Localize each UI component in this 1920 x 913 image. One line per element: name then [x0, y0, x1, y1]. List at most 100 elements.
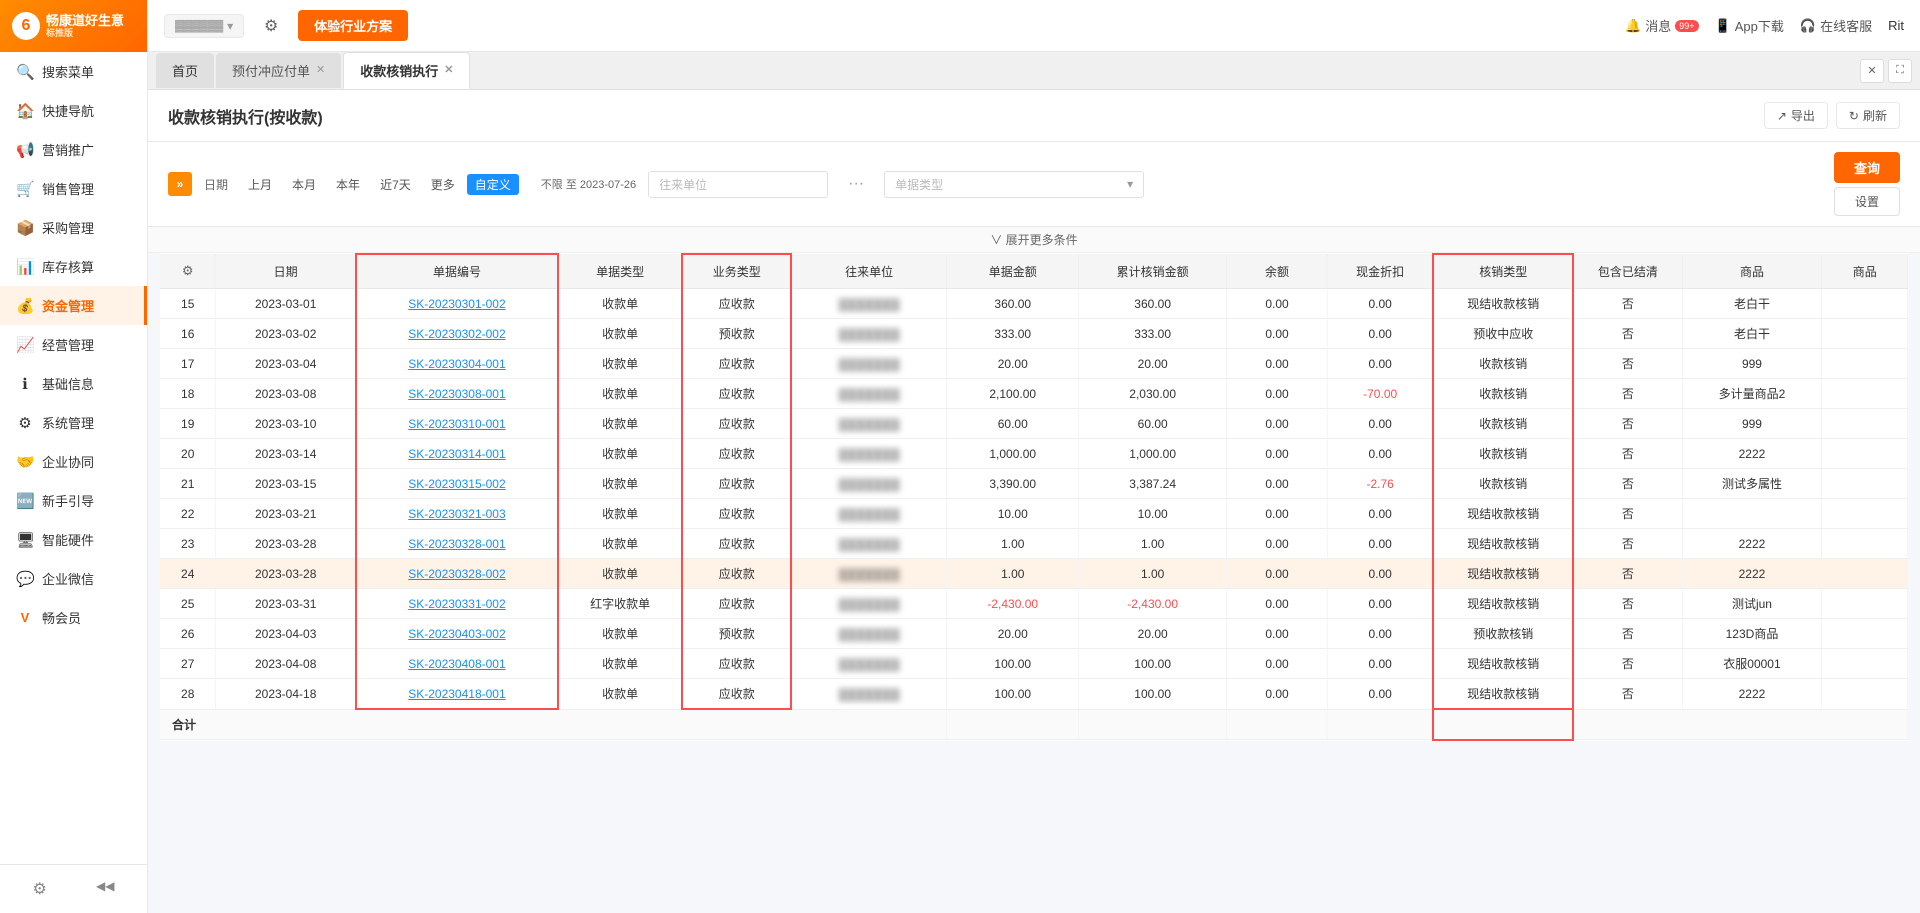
query-button[interactable]: 查询 — [1834, 152, 1900, 183]
refresh-button[interactable]: ↻ 刷新 — [1836, 102, 1900, 129]
sidebar-item-operations[interactable]: 📈 经营管理 — [0, 325, 147, 364]
col-partner[interactable]: 往来单位 — [791, 254, 946, 289]
cell-cumamt: 100.00 — [1079, 679, 1227, 710]
col-amount[interactable]: 单据金额 — [947, 254, 1079, 289]
tab-collection-label: 收款核销执行 — [360, 61, 438, 80]
date-btn-cur-year[interactable]: 本年 — [328, 174, 368, 195]
date-btn-more[interactable]: 更多 — [423, 174, 463, 195]
sidebar-item-purchase[interactable]: 📦 采购管理 — [0, 208, 147, 247]
doc-type-filter[interactable]: 单据类型 ▾ — [884, 171, 1144, 198]
cell-code[interactable]: SK-20230328-002 — [356, 559, 558, 589]
table-row[interactable]: 21 2023-03-15 SK-20230315-002 收款单 应收款 ▓▓… — [160, 469, 1908, 499]
col-code[interactable]: 单据编号 — [356, 254, 558, 289]
cell-code[interactable]: SK-20230315-002 — [356, 469, 558, 499]
sidebar-item-finance[interactable]: 💰 资金管理 — [0, 286, 147, 325]
col-goods[interactable]: 商品 — [1682, 254, 1822, 289]
solution-button[interactable]: 体验行业方案 — [298, 10, 408, 41]
sidebar-item-member[interactable]: V 畅会员 — [0, 598, 147, 637]
cell-code[interactable]: SK-20230301-002 — [356, 289, 558, 319]
sidebar-item-inventory[interactable]: 📊 库存核算 — [0, 247, 147, 286]
cell-code[interactable]: SK-20230403-002 — [356, 619, 558, 649]
cell-code[interactable]: SK-20230418-001 — [356, 679, 558, 710]
table-row[interactable]: 25 2023-03-31 SK-20230331-002 红字收款单 应收款 … — [160, 589, 1908, 619]
sidebar-item-marketing[interactable]: 📢 营销推广 — [0, 130, 147, 169]
col-date[interactable]: 日期 — [216, 254, 356, 289]
sidebar-item-system[interactable]: ⚙ 系统管理 — [0, 403, 147, 442]
cell-code[interactable]: SK-20230308-001 — [356, 379, 558, 409]
date-btn-7days[interactable]: 近7天 — [372, 174, 419, 195]
sidebar-item-wechat[interactable]: 💬 企业微信 — [0, 559, 147, 598]
cell-code[interactable]: SK-20230302-002 — [356, 319, 558, 349]
tab-close-btn[interactable]: ✕ — [1860, 59, 1884, 83]
export-button[interactable]: ↗ 导出 — [1764, 102, 1828, 129]
col-cumamt[interactable]: 累计核销金额 — [1079, 254, 1227, 289]
table-row[interactable]: 28 2023-04-18 SK-20230418-001 收款单 应收款 ▓▓… — [160, 679, 1908, 710]
col-discount[interactable]: 现金折扣 — [1328, 254, 1434, 289]
table-row[interactable]: 20 2023-03-14 SK-20230314-001 收款单 应收款 ▓▓… — [160, 439, 1908, 469]
sidebar-item-guide[interactable]: 🆕 新手引导 — [0, 481, 147, 520]
sidebar-item-hardware[interactable]: 🖥 智能硬件 — [0, 520, 147, 559]
table-row[interactable]: 24 2023-03-28 SK-20230328-002 收款单 应收款 ▓▓… — [160, 559, 1908, 589]
cell-code[interactable]: SK-20230314-001 — [356, 439, 558, 469]
cell-num: 23 — [160, 529, 216, 559]
sidebar-item-search[interactable]: 🔍 搜索菜单 — [0, 52, 147, 91]
tab-collection[interactable]: 收款核销执行 ✕ — [343, 52, 470, 89]
partner-filter[interactable]: 往来单位 — [648, 171, 828, 198]
tab-home[interactable]: 首页 — [156, 53, 214, 88]
tab-expand-btn[interactable]: ⛶ — [1888, 59, 1912, 83]
cell-partner: ▓▓▓▓▓▓▓ — [791, 319, 946, 349]
more-filter-dots[interactable]: ··· — [840, 175, 872, 193]
sidebar-item-basic[interactable]: ℹ 基础信息 — [0, 364, 147, 403]
bottom-settings-btn[interactable]: ⚙ — [33, 879, 47, 899]
cell-code[interactable]: SK-20230328-001 — [356, 529, 558, 559]
col-biztype[interactable]: 业务类型 — [682, 254, 791, 289]
online-service-link[interactable]: 🎧 在线客服 — [1800, 16, 1872, 35]
cell-partner: ▓▓▓▓▓▓▓ — [791, 469, 946, 499]
cell-code[interactable]: SK-20230310-001 — [356, 409, 558, 439]
col-goods2[interactable]: 商品 — [1822, 254, 1908, 289]
table-row[interactable]: 16 2023-03-02 SK-20230302-002 收款单 预收款 ▓▓… — [160, 319, 1908, 349]
date-btn-cur-month[interactable]: 本月 — [284, 174, 324, 195]
user-name[interactable]: Rit — [1888, 18, 1904, 33]
table-row[interactable]: 22 2023-03-21 SK-20230321-003 收款单 应收款 ▓▓… — [160, 499, 1908, 529]
table-row[interactable]: 15 2023-03-01 SK-20230301-002 收款单 应收款 ▓▓… — [160, 289, 1908, 319]
app-download-link[interactable]: 📱 App下载 — [1715, 16, 1784, 35]
col-doctype[interactable]: 单据类型 — [558, 254, 682, 289]
cell-code[interactable]: SK-20230304-001 — [356, 349, 558, 379]
branch-selector[interactable]: ▓▓▓▓▓▓ ▾ — [164, 14, 244, 38]
col-balance[interactable]: 余额 — [1227, 254, 1328, 289]
tab-payable[interactable]: 预付冲应付单 ✕ — [216, 53, 341, 88]
table-row[interactable]: 19 2023-03-10 SK-20230310-001 收款单 应收款 ▓▓… — [160, 409, 1908, 439]
cell-discount: 0.00 — [1328, 589, 1434, 619]
date-custom-btn[interactable]: 自定义 — [467, 174, 519, 195]
col-chxtype[interactable]: 核销类型 — [1433, 254, 1573, 289]
date-btn-prev-month[interactable]: 上月 — [240, 174, 280, 195]
expand-filter-bar[interactable]: ∨ 展开更多条件 — [148, 227, 1920, 253]
sidebar-item-collab[interactable]: 🤝 企业协同 — [0, 442, 147, 481]
service-label: 在线客服 — [1820, 16, 1872, 35]
cell-code[interactable]: SK-20230408-001 — [356, 649, 558, 679]
sidebar-item-shortcut[interactable]: 🏠 快捷导航 — [0, 91, 147, 130]
cell-balance: 0.00 — [1227, 439, 1328, 469]
sidebar-item-sales[interactable]: 🛒 销售管理 — [0, 169, 147, 208]
table-row[interactable]: 26 2023-04-03 SK-20230403-002 收款单 预收款 ▓▓… — [160, 619, 1908, 649]
setting-button[interactable]: 设置 — [1834, 187, 1900, 216]
table-row[interactable]: 18 2023-03-08 SK-20230308-001 收款单 应收款 ▓▓… — [160, 379, 1908, 409]
bottom-collapse-btn[interactable]: ◀◀ — [96, 879, 114, 899]
cell-balance: 0.00 — [1227, 619, 1328, 649]
settings-gear-icon[interactable]: ⚙ — [256, 11, 286, 41]
table-wrapper[interactable]: ⚙ 日期 单据编号 单据类型 业务类型 往来单位 单据金额 累计核销金额 余额 … — [148, 253, 1920, 913]
col-included[interactable]: 包含已结清 — [1573, 254, 1682, 289]
table-row[interactable]: 27 2023-04-08 SK-20230408-001 收款单 应收款 ▓▓… — [160, 649, 1908, 679]
table-row[interactable]: 17 2023-03-04 SK-20230304-001 收款单 应收款 ▓▓… — [160, 349, 1908, 379]
cell-code[interactable]: SK-20230321-003 — [356, 499, 558, 529]
sidebar-label-search: 搜索菜单 — [42, 62, 94, 81]
table-row[interactable]: 23 2023-03-28 SK-20230328-001 收款单 应收款 ▓▓… — [160, 529, 1908, 559]
cell-included: 否 — [1573, 439, 1682, 469]
cell-code[interactable]: SK-20230331-002 — [356, 589, 558, 619]
tab-collection-close[interactable]: ✕ — [444, 65, 453, 76]
tab-controls: ✕ ⛶ — [1860, 59, 1912, 83]
tab-payable-close[interactable]: ✕ — [316, 65, 325, 76]
messages-link[interactable]: 🔔 消息 99+ — [1625, 16, 1698, 35]
filter-toggle-btn[interactable]: » — [168, 172, 192, 196]
